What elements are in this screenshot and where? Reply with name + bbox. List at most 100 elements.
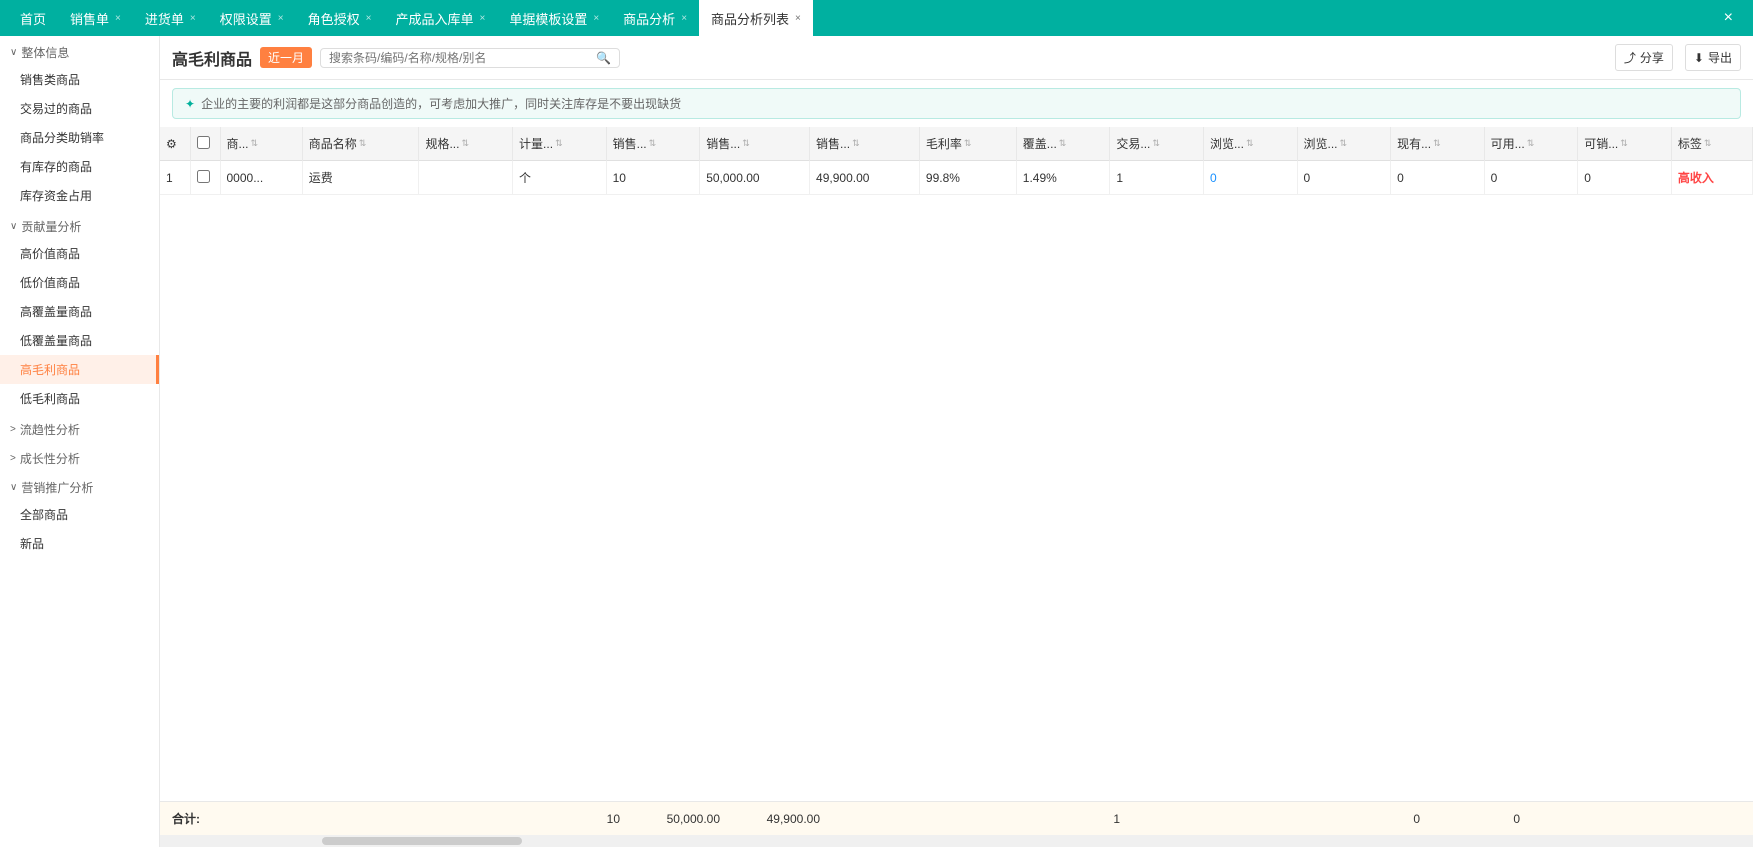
cell-salesQty-0: 10 xyxy=(606,161,700,195)
sidebar-item-4-1[interactable]: 新品 xyxy=(0,529,159,558)
horizontal-scrollbar[interactable] xyxy=(160,835,1753,847)
sort-icon-salesQty[interactable]: ⇅ xyxy=(649,138,657,149)
nav-close-6[interactable]: × xyxy=(593,13,599,24)
sidebar-group-1[interactable]: ∨贡献量分析 xyxy=(0,210,159,239)
nav-item-3[interactable]: 权限设置× xyxy=(208,0,296,36)
search-input[interactable] xyxy=(329,51,596,65)
sort-icon-code[interactable]: ⇅ xyxy=(251,138,259,149)
sort-icon-saleable[interactable]: ⇅ xyxy=(1620,138,1628,149)
sidebar-item-1-3[interactable]: 低覆盖量商品 xyxy=(0,326,159,355)
col-header-code[interactable]: 商...⇅ xyxy=(220,127,302,161)
nav-close-4[interactable]: × xyxy=(366,13,372,24)
nav-item-4[interactable]: 角色授权× xyxy=(296,0,384,36)
header-actions: ⤴ 分享 ⬇ 导出 xyxy=(1615,44,1741,71)
nav-item-1[interactable]: 销售单× xyxy=(58,0,133,36)
table-footer: 合计: 10 50,000.00 49,900.00 1 0 0 xyxy=(160,801,1753,835)
col-label-grossMargin: 毛利率 xyxy=(926,135,962,152)
col-header-tag[interactable]: 标签⇅ xyxy=(1671,127,1752,161)
cell-unit-0: 个 xyxy=(513,161,607,195)
sidebar-item-0-2[interactable]: 商品分类助销率 xyxy=(0,123,159,152)
col-header-salesAmount[interactable]: 销售...⇅ xyxy=(700,127,810,161)
col-checkbox[interactable] xyxy=(190,127,220,161)
nav-close-1[interactable]: × xyxy=(115,13,121,24)
nav-item-7[interactable]: 商品分析× xyxy=(611,0,699,36)
col-label-transactions: 交易... xyxy=(1116,135,1150,152)
share-button[interactable]: ⤴ 分享 xyxy=(1615,44,1673,71)
col-header-coverage[interactable]: 覆盖...⇅ xyxy=(1016,127,1110,161)
sort-icon-salesAmount[interactable]: ⇅ xyxy=(742,138,750,149)
sidebar-item-1-5[interactable]: 低毛利商品 xyxy=(0,384,159,413)
sidebar-group-label-4: 营销推广分析 xyxy=(21,479,93,496)
sort-icon-unit[interactable]: ⇅ xyxy=(555,138,563,149)
col-header-unit[interactable]: 计量...⇅ xyxy=(513,127,607,161)
scrollbar-thumb[interactable] xyxy=(322,837,522,845)
sidebar-item-1-0[interactable]: 高价值商品 xyxy=(0,239,159,268)
sidebar-item-4-0[interactable]: 全部商品 xyxy=(0,500,159,529)
sort-icon-salesCost[interactable]: ⇅ xyxy=(852,138,860,149)
col-header-salesQty[interactable]: 销售...⇅ xyxy=(606,127,700,161)
sidebar-item-1-2[interactable]: 高覆盖量商品 xyxy=(0,297,159,326)
sidebar-item-0-1[interactable]: 交易过的商品 xyxy=(0,94,159,123)
sidebar-group-4[interactable]: ∨营销推广分析 xyxy=(0,471,159,500)
sidebar-group-label-3: 成长性分析 xyxy=(20,450,80,467)
col-header-transactions[interactable]: 交易...⇅ xyxy=(1110,127,1204,161)
nav-close-8[interactable]: × xyxy=(795,13,801,24)
export-button[interactable]: ⬇ 导出 xyxy=(1685,44,1741,71)
nav-close-7[interactable]: × xyxy=(681,13,687,24)
col-header-views1[interactable]: 浏览...⇅ xyxy=(1203,127,1297,161)
col-header-spec[interactable]: 规格...⇅ xyxy=(419,127,513,161)
col-label-code: 商... xyxy=(227,135,249,152)
sort-icon-transactions[interactable]: ⇅ xyxy=(1152,138,1160,149)
nav-item-2[interactable]: 进货单× xyxy=(133,0,208,36)
footer-sales-amount: 50,000.00 xyxy=(640,812,720,826)
cell-index-0: 1 xyxy=(160,161,190,195)
col-header-views2[interactable]: 浏览...⇅ xyxy=(1297,127,1391,161)
nav-item-8[interactable]: 商品分析列表× xyxy=(699,0,813,36)
col-header-saleable[interactable]: 可销...⇅ xyxy=(1578,127,1672,161)
sidebar-item-0-3[interactable]: 有库存的商品 xyxy=(0,152,159,181)
group-arrow-icon-2: > xyxy=(10,424,16,435)
sidebar-item-1-1[interactable]: 低价值商品 xyxy=(0,268,159,297)
sort-icon-coverage[interactable]: ⇅ xyxy=(1059,138,1067,149)
sidebar-group-3[interactable]: >成长性分析 xyxy=(0,442,159,471)
cell-views1-0[interactable]: 0 xyxy=(1203,161,1297,195)
sort-icon-grossMargin[interactable]: ⇅ xyxy=(964,138,972,149)
search-icon[interactable]: 🔍 xyxy=(596,51,611,65)
col-header-grossMargin[interactable]: 毛利率⇅ xyxy=(919,127,1016,161)
data-table: ⚙商...⇅商品名称⇅规格...⇅计量...⇅销售...⇅销售...⇅销售...… xyxy=(160,127,1753,195)
col-settings[interactable]: ⚙ xyxy=(160,127,190,161)
nav-close-5[interactable]: × xyxy=(479,13,485,24)
cell-check-0[interactable] xyxy=(190,161,220,195)
sidebar-item-1-4[interactable]: 高毛利商品 xyxy=(0,355,159,384)
nav-item-5[interactable]: 产成品入库单× xyxy=(383,0,497,36)
window-close-button[interactable]: × xyxy=(1712,9,1745,27)
cell-name-0: 运费 xyxy=(302,161,419,195)
period-button[interactable]: 近一月 xyxy=(260,47,312,68)
sort-icon-spec[interactable]: ⇅ xyxy=(461,138,469,149)
settings-icon[interactable]: ⚙ xyxy=(166,137,177,151)
sidebar-item-0-0[interactable]: 销售类商品 xyxy=(0,65,159,94)
sort-icon-current[interactable]: ⇅ xyxy=(1433,138,1441,149)
col-label-salesAmount: 销售... xyxy=(706,135,740,152)
select-all-checkbox[interactable] xyxy=(197,136,210,149)
sort-icon-views2[interactable]: ⇅ xyxy=(1340,138,1348,149)
nav-close-2[interactable]: × xyxy=(190,13,196,24)
sort-icon-name[interactable]: ⇅ xyxy=(359,138,367,149)
sidebar-group-2[interactable]: >流趋性分析 xyxy=(0,413,159,442)
nav-close-3[interactable]: × xyxy=(278,13,284,24)
col-label-spec: 规格... xyxy=(425,135,459,152)
col-header-name[interactable]: 商品名称⇅ xyxy=(302,127,419,161)
sidebar-item-0-4[interactable]: 库存资金占用 xyxy=(0,181,159,210)
sort-icon-views1[interactable]: ⇅ xyxy=(1246,138,1254,149)
sidebar-group-0[interactable]: ∨整体信息 xyxy=(0,36,159,65)
sort-icon-tag[interactable]: ⇅ xyxy=(1704,138,1712,149)
col-header-salesCost[interactable]: 销售...⇅ xyxy=(810,127,920,161)
col-label-salesCost: 销售... xyxy=(816,135,850,152)
sort-icon-available[interactable]: ⇅ xyxy=(1527,138,1535,149)
row-checkbox-0[interactable] xyxy=(197,170,210,183)
col-header-available[interactable]: 可用...⇅ xyxy=(1484,127,1578,161)
col-header-current[interactable]: 现有...⇅ xyxy=(1391,127,1485,161)
cell-tag-0: 高收入 xyxy=(1671,161,1752,195)
nav-item-6[interactable]: 单据模板设置× xyxy=(497,0,611,36)
nav-item-0[interactable]: 首页 xyxy=(8,0,58,36)
